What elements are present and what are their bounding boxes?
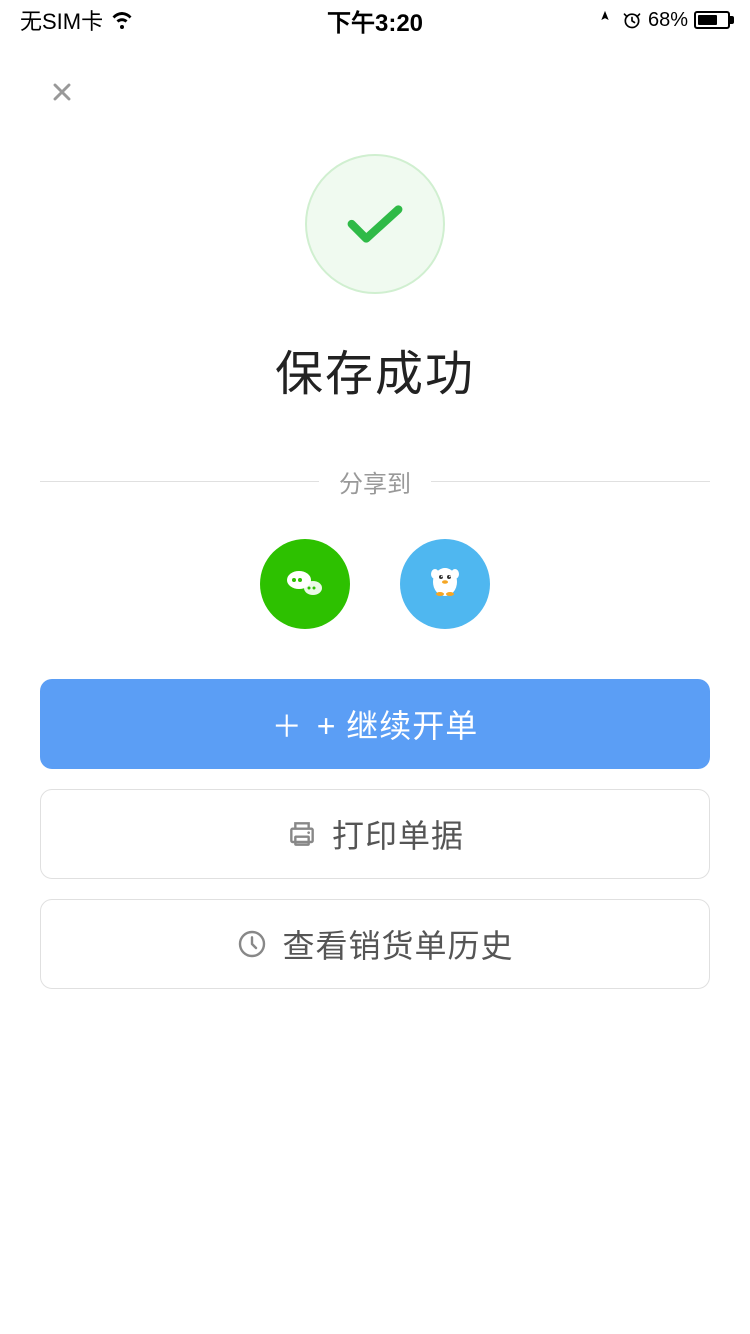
battery-icon xyxy=(694,11,730,29)
continue-label: + 继续开单 xyxy=(317,701,479,747)
battery-percent: 68% xyxy=(648,9,688,32)
close-button[interactable] xyxy=(40,70,84,114)
history-label: 查看销货单历史 xyxy=(282,921,513,967)
share-label: 分享到 xyxy=(339,464,411,499)
main-content: 保存成功 分享到 xyxy=(0,40,750,1334)
print-icon xyxy=(286,818,318,850)
plus-icon: ＋ xyxy=(272,702,303,746)
divider-right xyxy=(431,481,710,482)
location-icon xyxy=(594,9,616,31)
share-section: 分享到 xyxy=(40,464,710,629)
qq-icon xyxy=(419,558,471,610)
history-button[interactable]: 查看销货单历史 xyxy=(40,899,710,989)
wechat-share-button[interactable] xyxy=(260,539,350,629)
qq-share-button[interactable] xyxy=(400,539,490,629)
share-divider: 分享到 xyxy=(40,464,710,499)
status-time: 下午3:20 xyxy=(327,3,423,38)
wechat-icon xyxy=(279,558,331,610)
action-buttons: ＋ + 继续开单 打印单据 查看销货单历史 xyxy=(40,679,710,989)
status-bar: 无SIM卡 下午3:20 68% xyxy=(0,0,750,40)
share-icons xyxy=(40,539,710,629)
close-icon xyxy=(48,78,76,106)
status-left: 无SIM卡 xyxy=(20,4,133,36)
checkmark-icon xyxy=(340,189,410,259)
history-icon xyxy=(236,928,268,960)
wifi-icon xyxy=(111,11,133,29)
divider-left xyxy=(40,481,319,482)
success-circle xyxy=(305,154,445,294)
status-right: 68% xyxy=(594,9,730,32)
print-button[interactable]: 打印单据 xyxy=(40,789,710,879)
no-sim-label: 无SIM卡 xyxy=(20,4,103,36)
success-title: 保存成功 xyxy=(275,334,475,404)
continue-button[interactable]: ＋ + 继续开单 xyxy=(40,679,710,769)
print-label: 打印单据 xyxy=(332,811,464,857)
alarm-icon xyxy=(622,10,642,30)
